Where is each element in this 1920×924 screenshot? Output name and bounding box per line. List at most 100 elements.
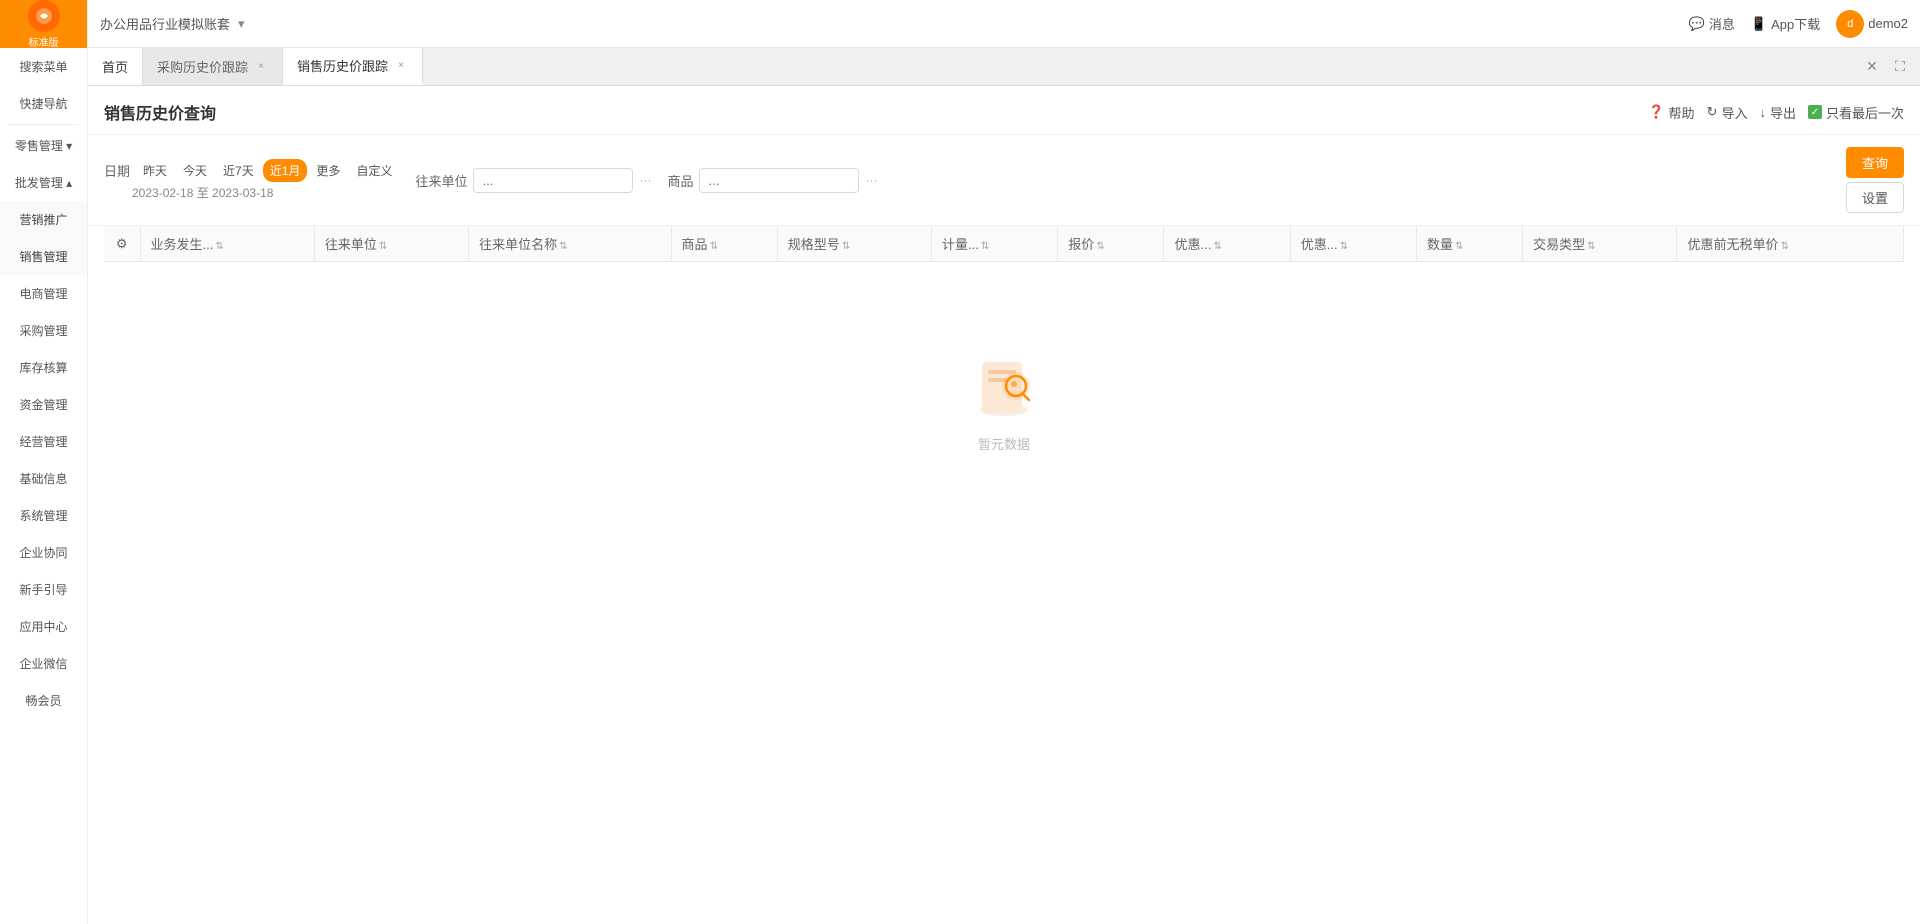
topbar-title: 办公用品行业模拟账套 [100, 14, 230, 33]
logo-icon [28, 0, 60, 32]
table-col-settings: ⚙ [104, 226, 140, 262]
goods-dots: ··· [865, 173, 877, 187]
sidebar-item-member[interactable]: 畅会员 [0, 682, 87, 719]
only-last-checkbox-label[interactable]: 只看最后一次 [1808, 103, 1904, 122]
main-area: 办公用品行业模拟账套 ▾ 💬 消息 📱 App下载 d demo2 首页 采购历… [88, 0, 1920, 924]
date-btn-yesterday[interactable]: 昨天 [136, 159, 174, 182]
app-download-button[interactable]: 📱 App下载 [1751, 14, 1820, 33]
sort-icon-unit: ⇅ [981, 241, 989, 252]
table-col-discount2: 优惠...⇅ [1290, 226, 1416, 262]
sidebar-item-finance[interactable]: 资金管理 [0, 386, 87, 423]
table-col-partner-code: 往来单位⇅ [314, 226, 468, 262]
table-settings-icon[interactable]: ⚙ [116, 236, 128, 251]
sort-icon-pretax-price: ⇅ [1780, 241, 1788, 252]
close-all-tabs-button[interactable]: ✕ [1860, 55, 1884, 79]
date-btn-7days[interactable]: 近7天 [216, 159, 261, 182]
sidebar: 标准版 搜索菜单 快捷导航 零售管理 ▾ 批发管理 ▴ 营销推广 销售管理 电商… [0, 0, 88, 924]
topbar: 办公用品行业模拟账套 ▾ 💬 消息 📱 App下载 d demo2 [88, 0, 1920, 48]
date-btn-more[interactable]: 更多 [309, 159, 347, 182]
content-area: 销售历史价查询 ❓ 帮助 ↻ 导入 ↓ 导出 只看最后一次 [88, 86, 1920, 924]
settings-button[interactable]: 设置 [1846, 182, 1904, 213]
table-col-spec: 规格型号⇅ [777, 226, 931, 262]
maximize-button[interactable]: ⛶ [1888, 55, 1912, 79]
goods-filter-input[interactable] [699, 168, 859, 193]
query-button[interactable]: 查询 [1846, 147, 1904, 178]
partner-dots: ··· [639, 173, 651, 187]
partner-filter-input[interactable] [473, 168, 633, 193]
sidebar-item-retail-mgmt[interactable]: 零售管理 ▾ [0, 127, 87, 164]
sort-icon-goods: ⇅ [710, 241, 718, 252]
help-icon: ❓ [1648, 104, 1664, 120]
sidebar-item-purchase-mgmt[interactable]: 采购管理 [0, 312, 87, 349]
tabbar-actions: ✕ ⛶ [1852, 48, 1920, 85]
sort-icon-quote: ⇅ [1096, 241, 1104, 252]
sort-icon-qty: ⇅ [1455, 241, 1463, 252]
table-container: ⚙ 业务发生...⇅ 往来单位⇅ 往来单位名称⇅ 商品⇅ [88, 226, 1920, 533]
table-col-quote: 报价⇅ [1058, 226, 1164, 262]
table-col-partner-name: 往来单位名称⇅ [469, 226, 671, 262]
tab-sales-history-close[interactable]: × [394, 59, 408, 73]
sort-icon-partner-code: ⇅ [379, 241, 387, 252]
sidebar-item-wholesale-mgmt[interactable]: 批发管理 ▴ [0, 164, 87, 201]
import-icon: ↻ [1707, 104, 1718, 120]
table-col-pretax-price: 优惠前无税单价⇅ [1677, 226, 1904, 262]
logo-text: 标准版 [29, 34, 59, 49]
date-btn-custom[interactable]: 自定义 [349, 159, 399, 182]
empty-text: 暂元数据 [978, 434, 1030, 453]
export-icon: ↓ [1759, 105, 1766, 120]
help-button[interactable]: ❓ 帮助 [1648, 103, 1694, 122]
topbar-dropdown-icon[interactable]: ▾ [238, 16, 245, 32]
date-range-display: 2023-02-18 至 2023-03-18 [132, 184, 399, 201]
sort-icon-discount1: ⇅ [1213, 241, 1221, 252]
partner-filter-group: 往来单位 ··· [415, 168, 651, 193]
sidebar-item-wechat[interactable]: 企业微信 [0, 645, 87, 682]
table-col-goods: 商品⇅ [671, 226, 777, 262]
table-col-discount1: 优惠...⇅ [1164, 226, 1290, 262]
sort-icon-partner-name: ⇅ [559, 241, 567, 252]
filter-bar: 日期 昨天 今天 近7天 近1月 更多 自定义 2023-02-18 至 202… [88, 135, 1920, 226]
sidebar-item-enterprise[interactable]: 企业协同 [0, 534, 87, 571]
message-button[interactable]: 💬 消息 [1689, 14, 1735, 33]
sidebar-item-marketing[interactable]: 营销推广 [0, 201, 87, 238]
tabbar: 首页 采购历史价跟踪 × 销售历史价跟踪 × ✕ ⛶ [88, 48, 1920, 86]
app-download-icon: 📱 [1751, 16, 1767, 32]
page-header: 销售历史价查询 ❓ 帮助 ↻ 导入 ↓ 导出 只看最后一次 [88, 86, 1920, 135]
table-col-unit: 计量...⇅ [932, 226, 1058, 262]
export-button[interactable]: ↓ 导出 [1759, 103, 1796, 122]
date-btn-today[interactable]: 今天 [176, 159, 214, 182]
sidebar-item-operations[interactable]: 经营管理 [0, 423, 87, 460]
sidebar-item-inventory[interactable]: 库存核算 [0, 349, 87, 386]
sort-icon-trade-type: ⇅ [1587, 241, 1595, 252]
sort-icon-discount2: ⇅ [1340, 241, 1348, 252]
partner-filter-label: 往来单位 [415, 171, 467, 190]
date-btn-1month[interactable]: 近1月 [263, 159, 308, 182]
tab-purchase-history[interactable]: 采购历史价跟踪 × [143, 48, 283, 85]
sidebar-item-quick-nav[interactable]: 快捷导航 [0, 85, 87, 122]
sidebar-item-ecommerce[interactable]: 电商管理 [0, 275, 87, 312]
only-last-checkbox[interactable] [1808, 105, 1822, 119]
date-buttons: 昨天 今天 近7天 近1月 更多 自定义 [136, 159, 399, 182]
message-icon: 💬 [1689, 16, 1705, 32]
sidebar-divider-1 [8, 124, 79, 125]
sidebar-item-app-center[interactable]: 应用中心 [0, 608, 87, 645]
import-button[interactable]: ↻ 导入 [1707, 103, 1748, 122]
action-buttons: 查询 设置 [1846, 147, 1904, 213]
goods-filter-label: 商品 [667, 171, 693, 190]
empty-icon [964, 342, 1044, 422]
sidebar-item-sales-mgmt[interactable]: 销售管理 [0, 238, 87, 275]
sidebar-item-search-menu[interactable]: 搜索菜单 [0, 48, 87, 85]
sidebar-item-basic-info[interactable]: 基础信息 [0, 460, 87, 497]
goods-filter-group: 商品 ··· [667, 168, 877, 193]
sidebar-item-system[interactable]: 系统管理 [0, 497, 87, 534]
tab-purchase-history-close[interactable]: × [254, 60, 268, 74]
data-table: ⚙ 业务发生...⇅ 往来单位⇅ 往来单位名称⇅ 商品⇅ [104, 226, 1904, 262]
table-col-biz-date: 业务发生...⇅ [140, 226, 314, 262]
empty-state: 暂元数据 [104, 262, 1904, 533]
topbar-left: 办公用品行业模拟账套 ▾ [100, 14, 245, 33]
tab-sales-history[interactable]: 销售历史价跟踪 × [283, 48, 423, 85]
user-profile-button[interactable]: d demo2 [1836, 10, 1908, 38]
sidebar-item-tutorial[interactable]: 新手引导 [0, 571, 87, 608]
avatar: d [1836, 10, 1864, 38]
table-col-qty: 数量⇅ [1416, 226, 1522, 262]
tab-home[interactable]: 首页 [88, 48, 143, 85]
